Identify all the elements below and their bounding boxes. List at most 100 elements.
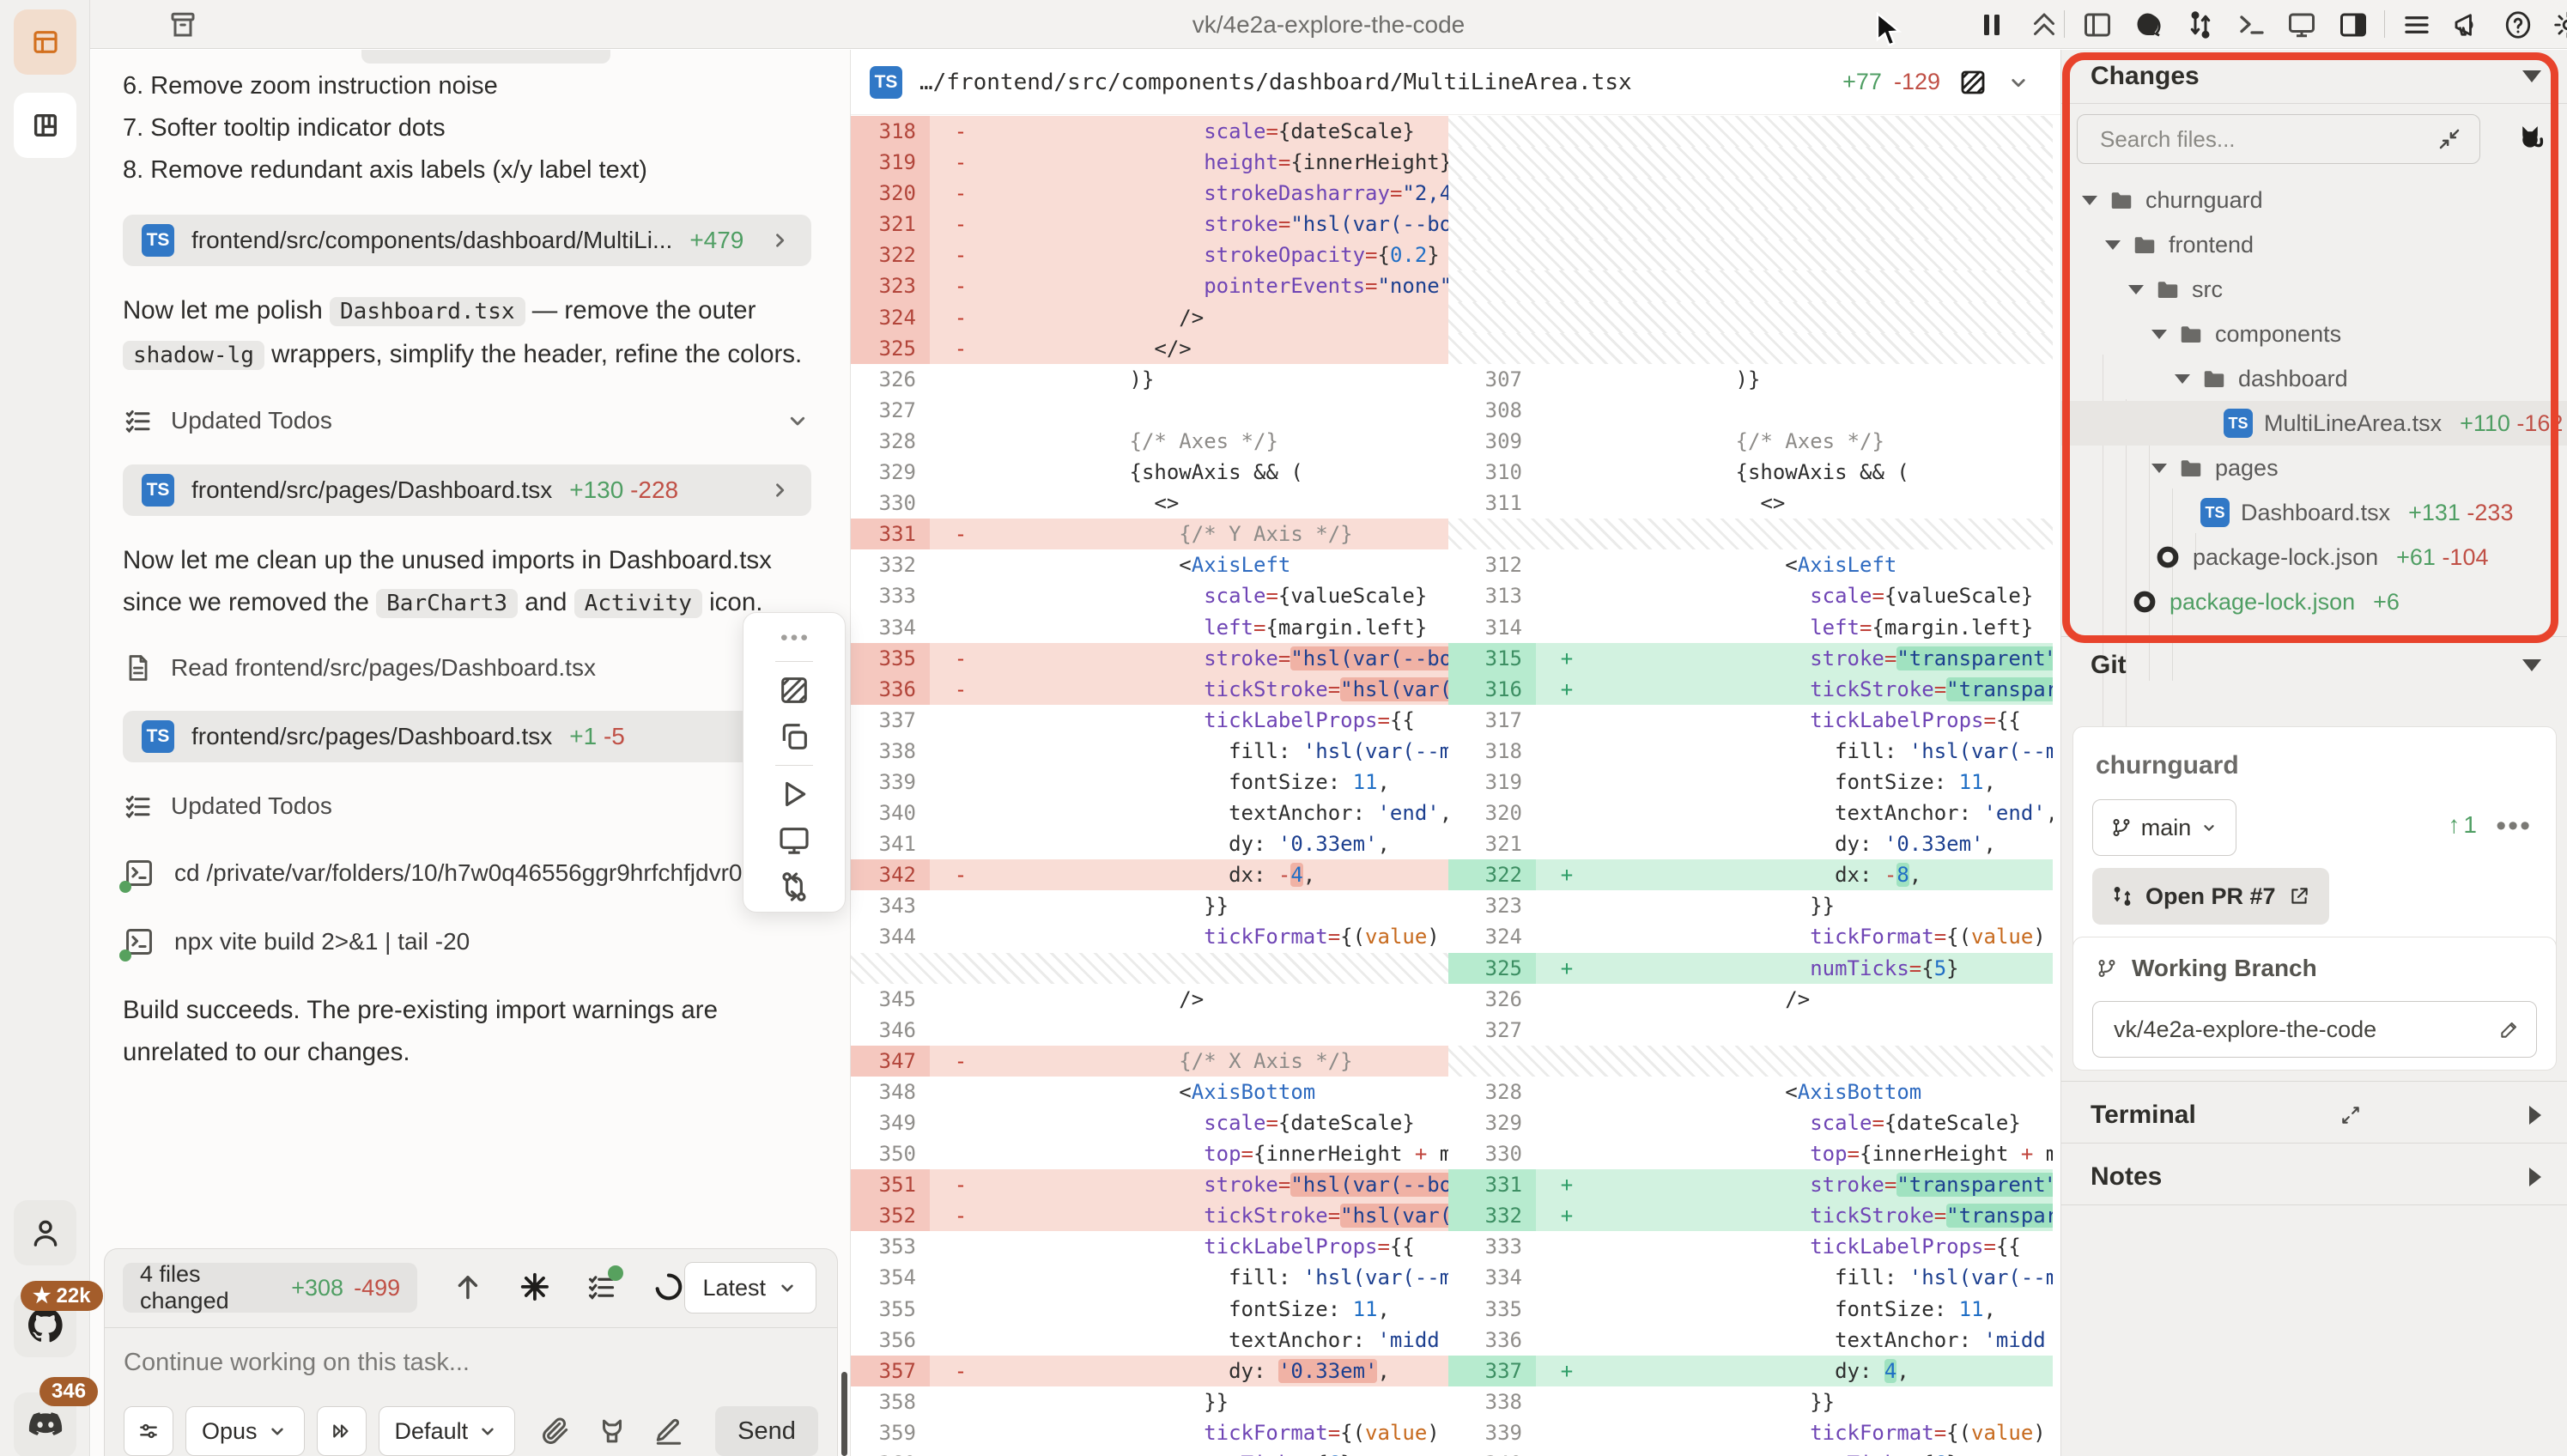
git-section-header[interactable]: Git <box>2061 639 2567 692</box>
search-files-input[interactable] <box>2077 114 2480 164</box>
diff-change-sign <box>930 1262 992 1293</box>
branch-select[interactable]: main <box>2092 799 2236 856</box>
swap-vertical-icon[interactable] <box>2185 9 2216 40</box>
terminal-command-row[interactable]: cd /private/var/folders/10/h7w0q46556ggr… <box>123 852 811 895</box>
model-label: Opus <box>202 1418 258 1445</box>
tree-caret-icon[interactable] <box>2175 374 2190 384</box>
cat-icon[interactable] <box>596 1415 628 1447</box>
gear-icon[interactable] <box>2552 9 2567 40</box>
diff-file-header[interactable]: TS …/frontend/src/components/dashboard/M… <box>851 50 2060 115</box>
terminal-icon[interactable] <box>2236 9 2267 40</box>
archive-icon[interactable] <box>167 9 198 40</box>
notes-section-header[interactable]: Notes <box>2061 1150 2567 1204</box>
diff-line-number: 317 <box>1448 705 1536 736</box>
success-dot <box>119 881 131 893</box>
updated-todos-row[interactable]: Updated Todos <box>123 401 811 440</box>
tree-row-churnguard[interactable]: churnguard <box>2061 178 2567 222</box>
tree-item-stats: +61 -104 <box>2396 544 2488 571</box>
tree-row-components[interactable]: components <box>2061 312 2567 356</box>
diff-line-number: 325 <box>851 333 930 364</box>
tree-row-src[interactable]: src <box>2061 267 2567 312</box>
diff-change-sign <box>1536 984 1598 1015</box>
edit-pencil-icon[interactable] <box>2498 1018 2521 1040</box>
collapse-tree-icon[interactable] <box>2437 126 2462 152</box>
panel-right-icon[interactable] <box>2338 9 2369 40</box>
open-pr-button[interactable]: Open PR #7 <box>2092 868 2329 925</box>
git-compare-icon[interactable] <box>777 870 811 904</box>
todo-list-icon[interactable] <box>586 1271 618 1305</box>
diff-view-icon[interactable] <box>777 673 811 707</box>
cat-assistant-icon[interactable] <box>2512 121 2548 157</box>
chat-scrollbar-thumb[interactable] <box>841 1372 847 1456</box>
monitor-icon[interactable] <box>2286 9 2317 40</box>
attachment-icon[interactable] <box>539 1415 572 1447</box>
diff-code-line: {/* X Axis */} <box>992 1046 1448 1077</box>
tree-row-frontend[interactable]: frontend <box>2061 222 2567 267</box>
git-more-menu[interactable]: ••• <box>2496 810 2532 843</box>
drag-handle-dots-icon[interactable] <box>777 628 811 650</box>
working-branch-value: vk/4e2a-explore-the-code <box>2114 1016 2376 1043</box>
signature-pen-icon[interactable] <box>652 1415 685 1447</box>
terminal-chip-icon <box>123 857 155 889</box>
tree-row-package-lock-json[interactable]: package-lock.json+61 -104 <box>2061 535 2567 579</box>
terminal-section-header[interactable]: Terminal <box>2061 1089 2567 1142</box>
diff-code-line: fontSize: 11, <box>992 1294 1448 1325</box>
message-input[interactable]: Continue working on this task... <box>105 1328 837 1377</box>
spark-icon[interactable] <box>519 1271 551 1305</box>
tree-caret-icon[interactable] <box>2082 196 2097 205</box>
expand-icon[interactable] <box>2339 1104 2362 1126</box>
menu-icon[interactable] <box>2401 9 2432 40</box>
panel-left-icon[interactable] <box>2082 9 2113 40</box>
preview-monitor-icon[interactable] <box>777 823 811 858</box>
tree-caret-icon[interactable] <box>2128 285 2144 294</box>
read-file-row[interactable]: Read frontend/src/pages/Dashboard.tsx <box>123 649 811 687</box>
tree-row-pages[interactable]: pages <box>2061 446 2567 490</box>
fast-forward-button[interactable] <box>317 1406 367 1456</box>
tree-caret-icon[interactable] <box>2105 240 2121 250</box>
diff-line-number: 330 <box>1448 1138 1536 1169</box>
tree-row-package-lock-json[interactable]: package-lock.json+6 <box>2061 579 2567 624</box>
chat-bubble-icon[interactable] <box>2133 9 2164 40</box>
copy-icon[interactable] <box>777 719 811 754</box>
collapse-all-icon[interactable] <box>2029 9 2060 40</box>
diff-line-number: 310 <box>1448 457 1536 488</box>
changes-section-header[interactable]: Changes <box>2061 50 2567 103</box>
scroll-up-icon[interactable] <box>452 1271 484 1305</box>
tree-caret-icon[interactable] <box>2151 330 2167 339</box>
file-change-chip[interactable]: TSfrontend/src/pages/Dashboard.tsx+1 -5 <box>123 711 811 762</box>
files-changed-summary[interactable]: 4 files changed +308 -499 <box>123 1263 417 1313</box>
megaphone-icon[interactable] <box>2451 9 2482 40</box>
model-select[interactable]: Opus <box>185 1406 305 1456</box>
tree-row-dashboard[interactable]: dashboard <box>2061 356 2567 401</box>
diff-change-sign <box>930 828 992 859</box>
diff-line-number: 318 <box>1448 736 1536 767</box>
pause-icon[interactable] <box>1976 9 2007 40</box>
version-select[interactable]: Latest <box>684 1262 816 1313</box>
diff-view-toggle-icon[interactable] <box>1957 67 1988 98</box>
workspace-tab-active[interactable] <box>14 9 76 75</box>
diff-change-sign: - <box>930 643 992 674</box>
file-change-chip[interactable]: TSfrontend/src/pages/Dashboard.tsx+130 -… <box>123 464 811 516</box>
file-change-chip[interactable]: TSfrontend/src/components/dashboard/Mult… <box>123 215 811 266</box>
diff-body[interactable]: 318- scale={dateScale}319- height={inner… <box>851 116 2060 1456</box>
run-icon[interactable] <box>777 777 811 811</box>
tree-caret-icon[interactable] <box>2151 464 2167 473</box>
terminal-command-row[interactable]: npx vite build 2>&1 | tail -20 <box>123 920 811 963</box>
todo-list-item: 8. Remove redundant axis labels (x/y lab… <box>123 149 811 191</box>
working-branch-field[interactable]: vk/4e2a-explore-the-code <box>2092 1001 2537 1058</box>
help-icon[interactable] <box>2503 9 2534 40</box>
send-button[interactable]: Send <box>715 1406 818 1456</box>
diff-change-sign <box>1536 549 1598 580</box>
mode-select[interactable]: Default <box>379 1406 516 1456</box>
git-title: Git <box>2091 651 2127 680</box>
commits-ahead[interactable]: ↑1 <box>2448 811 2477 839</box>
diff-code-line: stroke="hsl(var(--bo <box>992 643 1448 674</box>
diff-change-sign <box>1536 580 1598 611</box>
board-tab[interactable] <box>14 93 76 158</box>
tree-row-multilinearea-tsx[interactable]: TSMultiLineArea.tsx+110 -162 <box>2061 401 2567 446</box>
collapse-file-chevron-icon[interactable] <box>2006 70 2031 95</box>
account-button[interactable] <box>14 1200 76 1265</box>
updated-todos-row[interactable]: Updated Todos <box>123 786 811 826</box>
settings-sliders-button[interactable] <box>124 1406 173 1456</box>
tree-row-dashboard-tsx[interactable]: TSDashboard.tsx+131 -233 <box>2061 490 2567 535</box>
